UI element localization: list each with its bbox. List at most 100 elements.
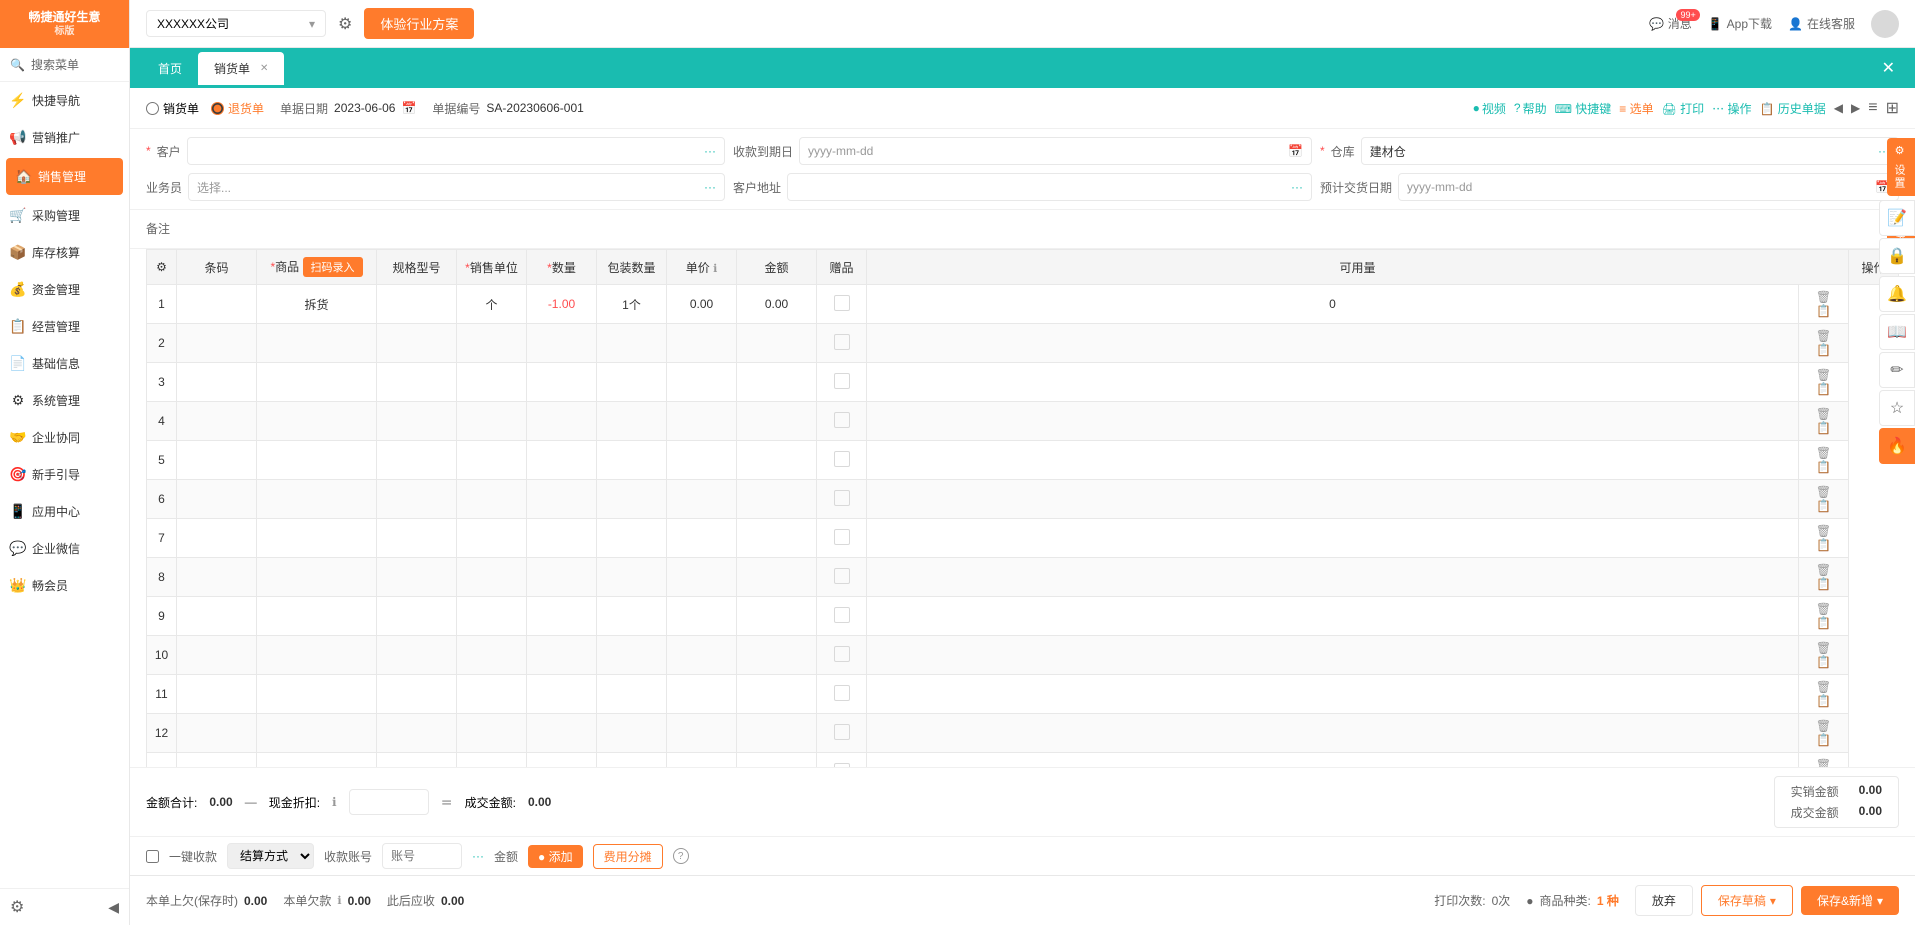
row-price-1[interactable]: 0.00 bbox=[667, 285, 737, 324]
th-unit[interactable]: *销售单位 bbox=[457, 250, 527, 285]
row-gift-1[interactable] bbox=[817, 285, 867, 324]
delete-icon[interactable]: 🗑 bbox=[1816, 407, 1831, 421]
th-pkg[interactable]: 包装数量 bbox=[597, 250, 667, 285]
nav-next-icon[interactable]: ▶ bbox=[1851, 101, 1860, 115]
copy-icon[interactable]: 📋 bbox=[1816, 460, 1831, 474]
payment-help-icon[interactable]: ? bbox=[673, 848, 689, 864]
copy-icon-1[interactable]: 📋 bbox=[1816, 304, 1831, 318]
copy-icon[interactable]: 📋 bbox=[1816, 499, 1831, 513]
copy-icon[interactable]: 📋 bbox=[1816, 538, 1831, 552]
gift-checkbox[interactable] bbox=[834, 451, 850, 467]
app-download-btn[interactable]: 📱 App下载 bbox=[1708, 15, 1772, 32]
print-btn[interactable]: 🖨 打印 bbox=[1662, 100, 1705, 117]
th-goods[interactable]: *商品 扫码录入 bbox=[257, 250, 377, 285]
row-spec-1[interactable] bbox=[377, 285, 457, 324]
account-input[interactable] bbox=[382, 843, 462, 869]
discount-input[interactable] bbox=[349, 789, 429, 815]
delete-icon[interactable]: 🗑 bbox=[1816, 680, 1831, 694]
tab-close-all-icon[interactable]: ✕ bbox=[1882, 58, 1895, 78]
customer-addr-dots[interactable]: ··· bbox=[1291, 180, 1303, 194]
warehouse-input[interactable]: 建材仓 ··· bbox=[1361, 137, 1899, 165]
abandon-btn[interactable]: 放弃 bbox=[1635, 885, 1693, 916]
dots-separator[interactable]: ··· bbox=[472, 849, 484, 863]
save-draft-btn[interactable]: 保存草稿 ▾ bbox=[1701, 885, 1793, 916]
tab-sales-order[interactable]: 销货单 ✕ bbox=[198, 52, 284, 85]
th-avail[interactable]: 可用量 bbox=[867, 250, 1849, 285]
feealloc-btn[interactable]: 费用分摊 bbox=[593, 844, 663, 869]
nav-prev-icon[interactable]: ◀ bbox=[1834, 101, 1843, 115]
sidebar-item-basic[interactable]: 📄 基础信息 bbox=[0, 345, 129, 382]
payment-due-cal-icon[interactable]: 📅 bbox=[1288, 144, 1303, 158]
radio-sales[interactable]: 销货单 bbox=[146, 100, 199, 117]
shortcut-btn[interactable]: ⌨ 快捷键 bbox=[1555, 100, 1612, 117]
copy-icon[interactable]: 📋 bbox=[1816, 694, 1831, 708]
grid-view-icon[interactable]: ⊞ bbox=[1886, 98, 1899, 118]
sidebar-item-finance[interactable]: 💰 资金管理 bbox=[0, 271, 129, 308]
select-btn[interactable]: ≡ 选单 bbox=[1619, 100, 1653, 117]
radio-return-input[interactable] bbox=[211, 102, 224, 115]
row-unit-1[interactable]: 个 bbox=[457, 285, 527, 324]
sidebar-item-marketing[interactable]: 📢 营销推广 bbox=[0, 119, 129, 156]
delete-icon[interactable]: 🗑 bbox=[1816, 368, 1831, 382]
rfloat-fire-icon[interactable]: 🔥 bbox=[1879, 428, 1915, 464]
copy-icon[interactable]: 📋 bbox=[1816, 655, 1831, 669]
sidebar-settings-icon[interactable]: ⚙ bbox=[10, 897, 24, 917]
user-avatar[interactable] bbox=[1871, 10, 1899, 38]
video-btn[interactable]: ● 视频 bbox=[1473, 100, 1506, 117]
sidebar-item-inventory[interactable]: 📦 库存核算 bbox=[0, 234, 129, 271]
th-spec[interactable]: 规格型号 bbox=[377, 250, 457, 285]
search-menu[interactable]: 🔍 搜索菜单 bbox=[0, 48, 129, 82]
row-qty-1[interactable]: -1.00 bbox=[527, 285, 597, 324]
th-price[interactable]: 单价 ℹ bbox=[667, 250, 737, 285]
row-amount-1[interactable]: 0.00 bbox=[737, 285, 817, 324]
history-btn[interactable]: 📋 历史单据 bbox=[1760, 100, 1826, 117]
save-new-dropdown-icon[interactable]: ▾ bbox=[1877, 894, 1883, 908]
rfloat-bell-icon[interactable]: 🔔 bbox=[1879, 276, 1915, 312]
customer-addr-input[interactable]: ··· bbox=[787, 173, 1312, 201]
experience-btn[interactable]: 体验行业方案 bbox=[364, 8, 474, 39]
delete-icon[interactable]: 🗑 bbox=[1816, 602, 1831, 616]
gift-checkbox[interactable] bbox=[834, 685, 850, 701]
th-qty[interactable]: *数量 bbox=[527, 250, 597, 285]
sidebar-item-sales[interactable]: 🏠 销售管理 bbox=[6, 158, 123, 195]
gift-checkbox[interactable] bbox=[834, 373, 850, 389]
delete-icon[interactable]: 🗑 bbox=[1816, 446, 1831, 460]
price-info-icon[interactable]: ℹ bbox=[713, 263, 717, 275]
table-settings-icon[interactable]: ⚙ bbox=[156, 260, 167, 274]
tab-close-icon[interactable]: ✕ bbox=[260, 63, 268, 74]
sidebar-item-wechat[interactable]: 💬 企业微信 bbox=[0, 530, 129, 567]
rfloat-edit-icon[interactable]: 📝 bbox=[1879, 200, 1915, 236]
sidebar-item-system[interactable]: ⚙ 系统管理 bbox=[0, 382, 129, 419]
row-barcode-1[interactable] bbox=[177, 285, 257, 324]
discount-info-icon[interactable]: ℹ bbox=[332, 795, 337, 809]
gift-checkbox-1[interactable] bbox=[834, 295, 850, 311]
scan-btn[interactable]: 扫码录入 bbox=[303, 257, 363, 277]
gift-checkbox[interactable] bbox=[834, 412, 850, 428]
settings-gear-icon[interactable]: ⚙ bbox=[338, 14, 352, 34]
radio-return[interactable]: 退货单 bbox=[211, 100, 264, 117]
delete-icon[interactable]: 🗑 bbox=[1816, 329, 1831, 343]
sidebar-item-collab[interactable]: 🤝 企业协同 bbox=[0, 419, 129, 456]
sku-icon[interactable]: ● bbox=[1526, 894, 1533, 908]
sidebar-item-apps[interactable]: 📱 应用中心 bbox=[0, 493, 129, 530]
help-btn[interactable]: ? 帮助 bbox=[1514, 100, 1547, 117]
add-payment-btn[interactable]: ● 添加 bbox=[528, 845, 583, 868]
customer-dots[interactable]: ··· bbox=[704, 144, 716, 158]
message-btn[interactable]: 💬 消息 99+ bbox=[1649, 15, 1691, 32]
th-settings[interactable]: ⚙ bbox=[147, 250, 177, 285]
gift-checkbox[interactable] bbox=[834, 529, 850, 545]
copy-icon[interactable]: 📋 bbox=[1816, 343, 1831, 357]
sidebar-item-operations[interactable]: 📋 经营管理 bbox=[0, 308, 129, 345]
notes-input[interactable] bbox=[178, 214, 1899, 242]
onepay-checkbox[interactable] bbox=[146, 850, 159, 863]
salesperson-input[interactable]: 选择... ··· bbox=[188, 173, 725, 201]
row-goods-1[interactable]: 拆货 bbox=[257, 285, 377, 324]
copy-icon[interactable]: 📋 bbox=[1816, 616, 1831, 630]
rfloat-pencil-icon[interactable]: ✏ bbox=[1879, 352, 1915, 388]
delete-icon[interactable]: 🗑 bbox=[1816, 563, 1831, 577]
th-gift[interactable]: 赠品 bbox=[817, 250, 867, 285]
delivery-date-input[interactable]: yyyy-mm-dd 📅 bbox=[1398, 173, 1899, 201]
th-amount[interactable]: 金额 bbox=[737, 250, 817, 285]
gift-checkbox[interactable] bbox=[834, 607, 850, 623]
th-barcode[interactable]: 条码 bbox=[177, 250, 257, 285]
